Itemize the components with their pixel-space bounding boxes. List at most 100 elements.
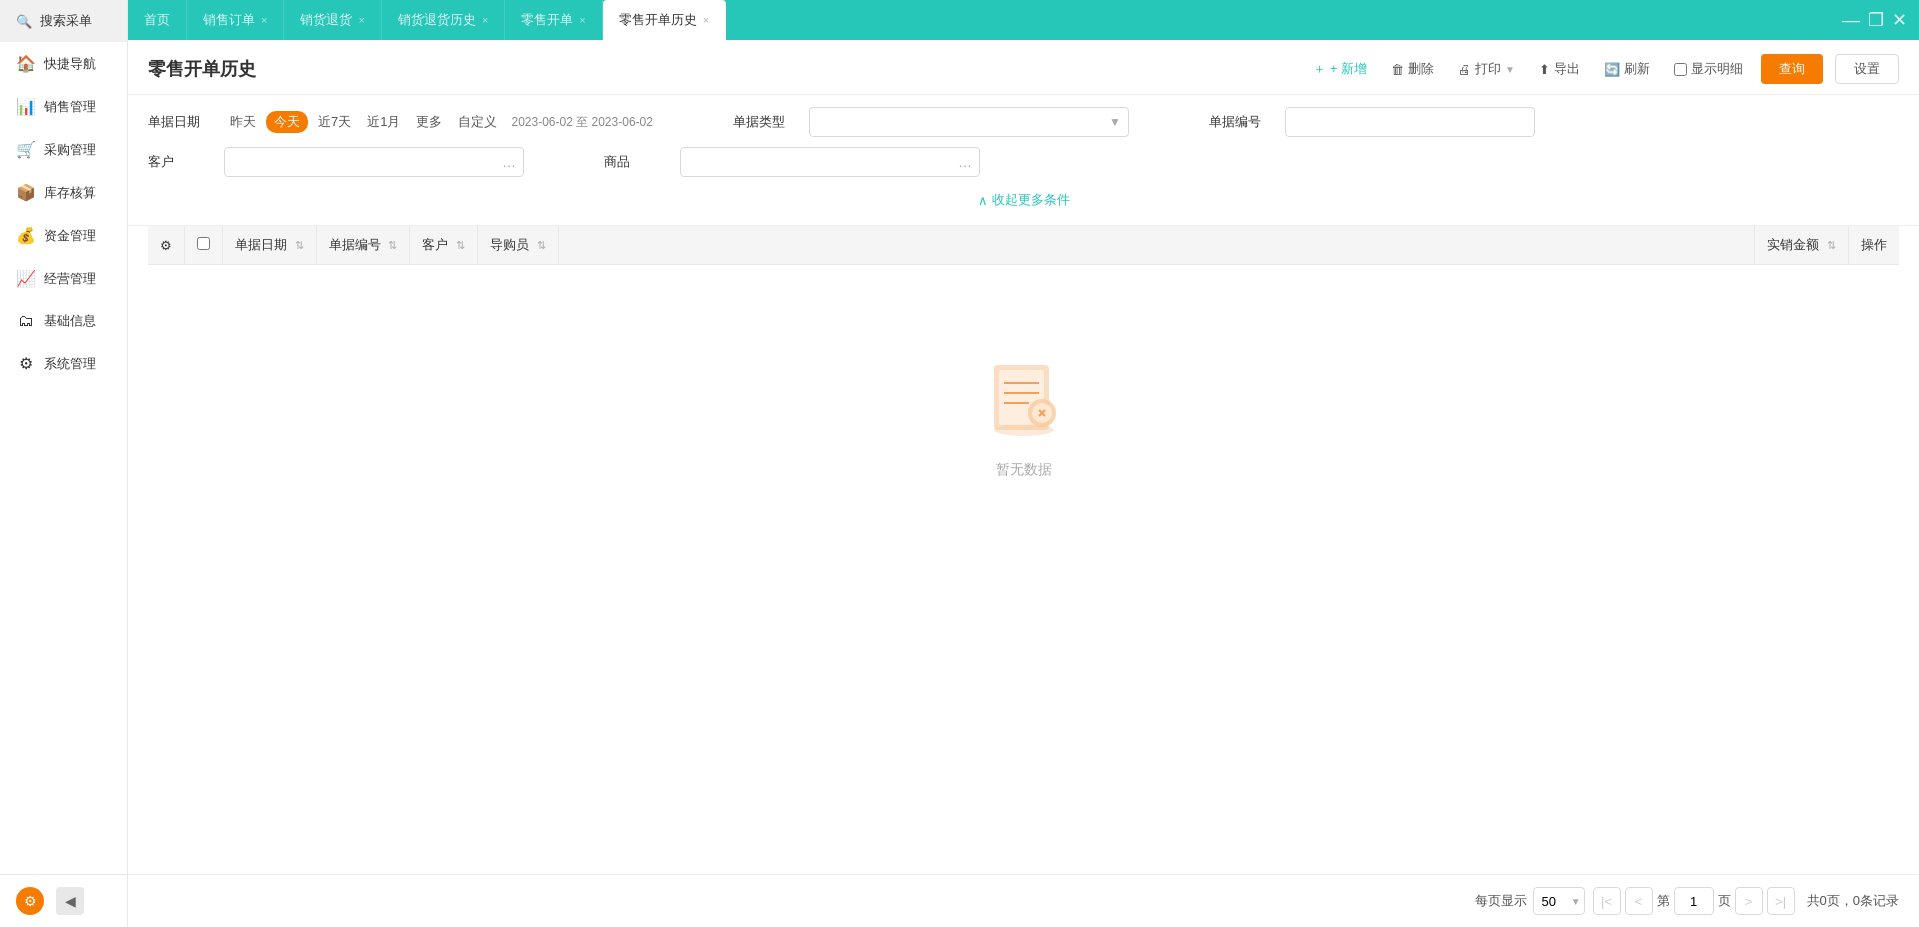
date-option-yesterday[interactable]: 昨天 [224, 111, 262, 133]
date-option-1month[interactable]: 近1月 [361, 111, 406, 133]
th-guide-sort[interactable]: ⇅ [537, 239, 546, 251]
column-settings-icon[interactable]: ⚙ [160, 238, 172, 253]
sidebar-item-basic-info[interactable]: 🗂 基础信息 [0, 300, 127, 342]
th-action: 操作 [1849, 226, 1900, 265]
window-restore-button[interactable]: ❐ [1868, 9, 1884, 31]
th-customer-sort[interactable]: ⇅ [456, 239, 465, 251]
sidebar-item-quick-nav[interactable]: 🏠 快捷导航 [0, 42, 127, 85]
sidebar-search[interactable]: 🔍 搜索采单 [0, 0, 127, 42]
sidebar-item-finance[interactable]: 💰 资金管理 [0, 214, 127, 257]
date-option-more[interactable]: 更多 [410, 111, 448, 133]
th-checkbox[interactable] [185, 226, 223, 265]
th-order-num-label: 单据编号 [329, 237, 381, 252]
settings-gear-button[interactable]: ⚙ [16, 887, 44, 915]
tabbar: 首页 销售订单 × 销货退货 × 销货退货历史 × 零售开单 × 零售开单历史 … [128, 0, 1919, 40]
goods-input-wrap: … [680, 147, 980, 177]
goods-input[interactable] [680, 147, 980, 177]
sidebar-item-inventory[interactable]: 📦 库存核算 [0, 171, 127, 214]
tab-sales-return-history[interactable]: 销货退货历史 × [382, 0, 505, 40]
sidebar-item-label: 库存核算 [44, 184, 96, 202]
tab-sales-return[interactable]: 销货退货 × [284, 0, 381, 40]
th-amount-sort[interactable]: ⇅ [1827, 239, 1836, 251]
sales-icon: 📊 [16, 97, 36, 116]
th-amount-label: 实销金额 [1767, 237, 1819, 252]
date-range-display: 2023-06-02 至 2023-06-02 [511, 114, 652, 131]
type-select[interactable] [809, 107, 1129, 137]
table-area: ⚙ 单据日期 ⇅ 单据编号 ⇅ [128, 226, 1919, 874]
first-page-button[interactable]: |< [1593, 887, 1621, 915]
sidebar-nav: 🏠 快捷导航 📊 销售管理 🛒 采购管理 📦 库存核算 💰 资金管理 📈 经营管… [0, 42, 127, 874]
date-option-7days[interactable]: 近7天 [312, 111, 357, 133]
th-gear[interactable]: ⚙ [148, 226, 185, 265]
window-minimize-button[interactable]: — [1842, 10, 1860, 31]
date-option-custom[interactable]: 自定义 [452, 111, 503, 133]
type-filter-label: 单据类型 [733, 113, 789, 131]
page-title: 零售开单历史 [148, 57, 256, 81]
customer-input-wrap: … [224, 147, 524, 177]
goods-input-dots[interactable]: … [958, 154, 972, 170]
settings-button[interactable]: 设置 [1835, 54, 1899, 84]
sidebar-item-operations[interactable]: 📈 经营管理 [0, 257, 127, 300]
delete-button[interactable]: 🗑 删除 [1385, 56, 1440, 82]
sidebar-item-system[interactable]: ⚙ 系统管理 [0, 342, 127, 385]
sidebar-collapse-button[interactable]: ◀ [56, 887, 84, 915]
page-number-input[interactable] [1674, 887, 1714, 915]
prev-page-button[interactable]: < [1625, 887, 1653, 915]
basic-info-icon: 🗂 [16, 312, 36, 330]
tab-sales-order[interactable]: 销售订单 × [187, 0, 284, 40]
query-button[interactable]: 查询 [1761, 54, 1823, 84]
refresh-button[interactable]: 🔄 刷新 [1598, 56, 1656, 82]
collapse-more-label: 收起更多条件 [992, 191, 1070, 209]
collapse-more-button[interactable]: ∧ 收起更多条件 [148, 187, 1899, 213]
per-page-label: 每页显示 [1475, 892, 1527, 910]
customer-input-dots[interactable]: … [502, 154, 516, 170]
export-button[interactable]: ⬆ 导出 [1533, 56, 1586, 82]
sidebar: 🔍 搜索采单 🏠 快捷导航 📊 销售管理 🛒 采购管理 📦 库存核算 💰 资金管… [0, 0, 128, 927]
th-order-num-sort[interactable]: ⇅ [388, 239, 397, 251]
th-spacer [558, 226, 1755, 265]
sidebar-item-label: 快捷导航 [44, 55, 96, 73]
purchase-icon: 🛒 [16, 140, 36, 159]
sidebar-item-sales-mgmt[interactable]: 📊 销售管理 [0, 85, 127, 128]
tab-retail-open-history[interactable]: 零售开单历史 × [603, 0, 726, 40]
tab-sales-return-history-close[interactable]: × [482, 14, 488, 26]
new-button[interactable]: ＋ + 新增 [1307, 56, 1373, 82]
date-options: 昨天 今天 近7天 近1月 更多 自定义 2023-06-02 至 2023-0… [224, 111, 653, 133]
filter-area: 单据日期 昨天 今天 近7天 近1月 更多 自定义 2023-06-02 至 2… [128, 95, 1919, 226]
last-page-button[interactable]: >| [1767, 887, 1795, 915]
tab-sales-return-history-label: 销货退货历史 [398, 11, 476, 29]
operations-icon: 📈 [16, 269, 36, 288]
th-date-sort[interactable]: ⇅ [295, 239, 304, 251]
order-num-input[interactable] [1285, 107, 1535, 137]
refresh-icon: 🔄 [1604, 62, 1620, 77]
select-all-checkbox[interactable] [197, 237, 210, 250]
print-icon: 🖨 [1458, 62, 1471, 77]
tab-home[interactable]: 首页 [128, 0, 187, 40]
empty-state: 暂无数据 [148, 265, 1899, 559]
tab-retail-open-history-close[interactable]: × [703, 14, 709, 26]
page-header: 零售开单历史 ＋ + 新增 🗑 删除 🖨 打印 ▼ ⬆ 导出 [128, 40, 1919, 95]
tab-sales-order-close[interactable]: × [261, 14, 267, 26]
per-page-select[interactable]: 10 20 50 100 [1533, 887, 1585, 915]
print-label: 打印 [1475, 60, 1501, 78]
th-customer: 客户 ⇅ [410, 226, 478, 265]
tab-retail-open-close[interactable]: × [579, 14, 585, 26]
display-detail-checkbox[interactable] [1674, 63, 1687, 76]
page-label-prefix: 第 [1657, 892, 1670, 910]
tab-sales-return-close[interactable]: × [358, 14, 364, 26]
sidebar-item-label: 经营管理 [44, 270, 96, 288]
tab-home-label: 首页 [144, 11, 170, 29]
customer-input[interactable] [224, 147, 524, 177]
display-detail-button[interactable]: 显示明细 [1668, 56, 1749, 82]
display-detail-label: 显示明细 [1691, 60, 1743, 78]
export-icon: ⬆ [1539, 62, 1550, 77]
toolbar: ＋ + 新增 🗑 删除 🖨 打印 ▼ ⬆ 导出 🔄 [1307, 54, 1899, 84]
date-option-today[interactable]: 今天 [266, 111, 308, 133]
sidebar-item-purchase-mgmt[interactable]: 🛒 采购管理 [0, 128, 127, 171]
collapse-up-icon: ∧ [978, 193, 988, 208]
next-page-button[interactable]: > [1735, 887, 1763, 915]
window-close-button[interactable]: ✕ [1892, 9, 1907, 31]
th-customer-label: 客户 [422, 237, 448, 252]
print-button[interactable]: 🖨 打印 ▼ [1452, 56, 1521, 82]
tab-retail-open[interactable]: 零售开单 × [505, 0, 602, 40]
